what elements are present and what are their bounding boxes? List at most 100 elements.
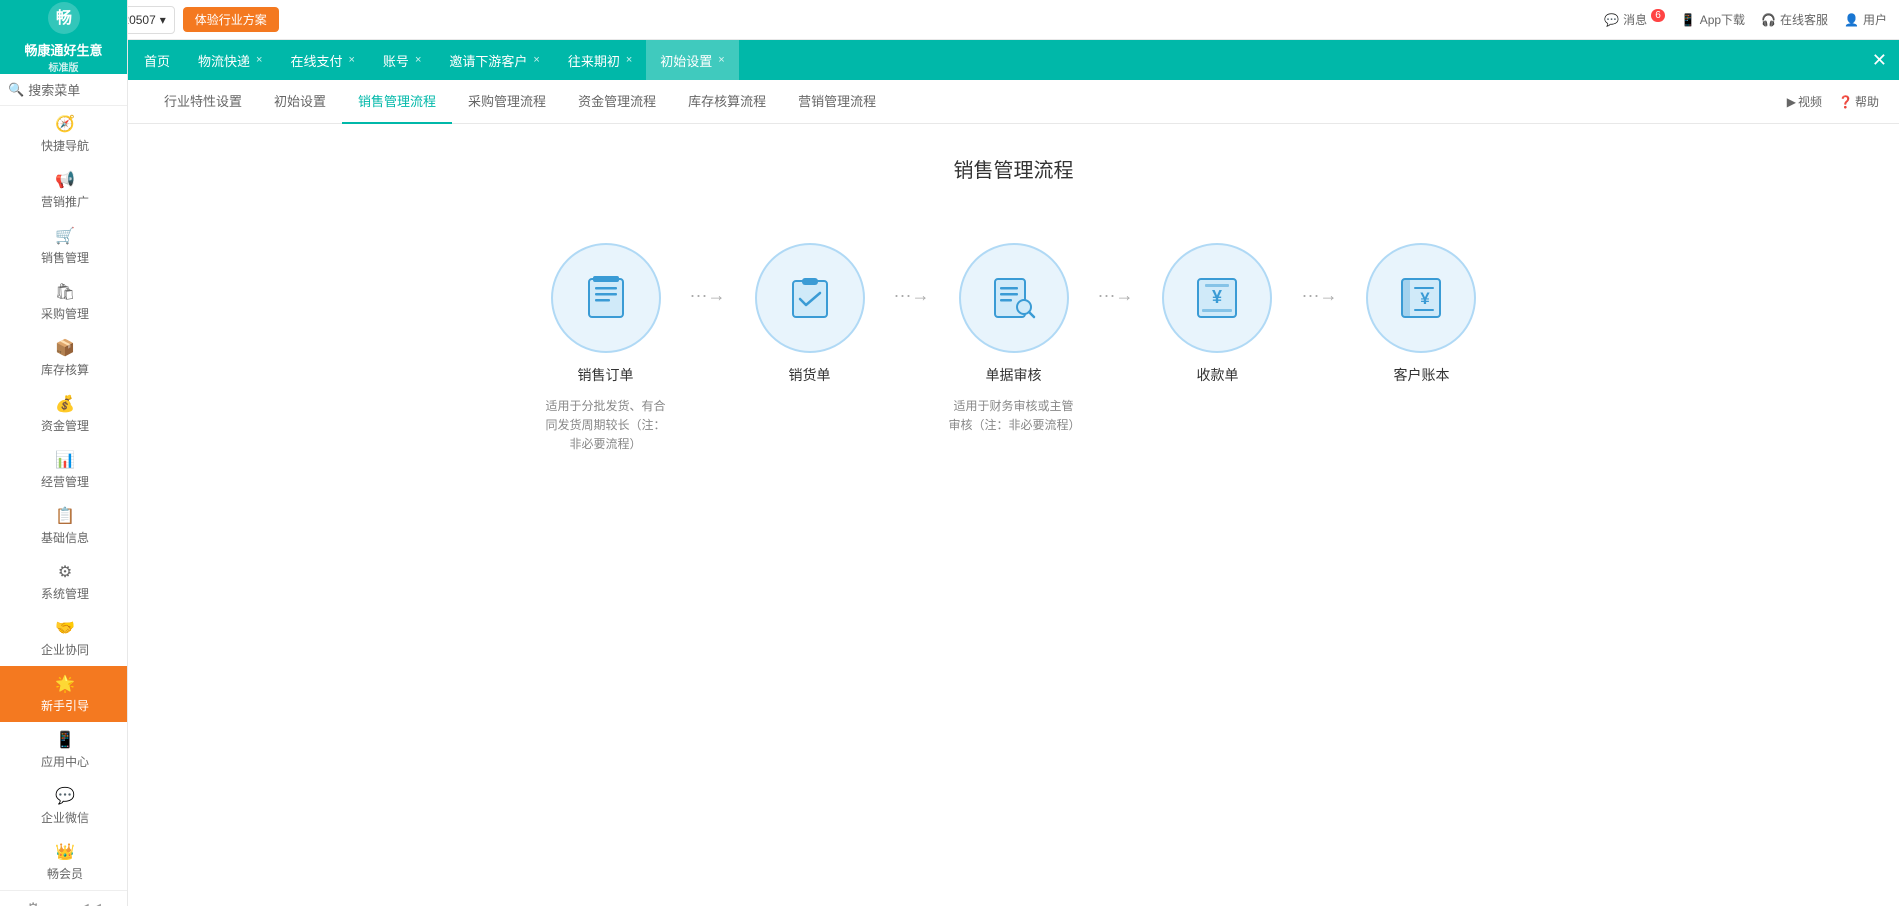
sub-tab-行业特性设置[interactable]: 行业特性设置	[148, 80, 258, 124]
app-download-btn[interactable]: 📱 App下载	[1681, 11, 1745, 28]
sidebar-item-icon-enterprise-collab: 🤝	[55, 618, 75, 638]
sidebar-item-icon-app-center: 📱	[55, 730, 75, 750]
sidebar-logo: 畅 畅康通好生意 标准版	[0, 0, 127, 74]
flow-circle-doc-review	[959, 243, 1069, 353]
sidebar-item-label-sales-mgmt: 销售管理	[41, 249, 89, 266]
sidebar-item-label-quick-nav: 快捷导航	[41, 137, 89, 154]
nav-tab-账号[interactable]: 账号 ×	[369, 40, 435, 80]
sidebar-item-quick-nav[interactable]: 🧭 快捷导航	[0, 106, 127, 162]
online-service-btn[interactable]: 🎧 在线客服	[1761, 11, 1828, 28]
nav-tab-往来期初[interactable]: 往来期初×	[554, 40, 646, 80]
svg-text:¥: ¥	[1421, 289, 1431, 308]
nav-tab-close-icon[interactable]: ×	[626, 54, 632, 66]
nav-close-btn[interactable]: ✕	[1872, 50, 1899, 71]
sub-tab-销售管理流程[interactable]: 销售管理流程	[342, 80, 452, 124]
sub-tab-资金管理流程[interactable]: 资金管理流程	[562, 80, 672, 124]
collapse-icon[interactable]: ◀◀	[76, 899, 101, 906]
sidebar-item-enterprise-wechat[interactable]: 💬企业微信	[0, 778, 127, 834]
sidebar-item-label-business-mgmt: 经营管理	[41, 473, 89, 490]
nav-tab-邀请下游客户[interactable]: 邀请下游客户 ×	[435, 40, 553, 80]
sub-tabs-container: 行业特性设置初始设置销售管理流程采购管理流程资金管理流程库存核算流程营销管理流程	[148, 80, 892, 124]
nav-tab-在线支付[interactable]: 在线支付×	[276, 40, 368, 80]
sidebar-item-icon-business-mgmt: 📊	[55, 450, 75, 470]
sub-tab-初始设置[interactable]: 初始设置	[258, 80, 342, 124]
flow-node-customer-ledger[interactable]: ¥ 客户账本	[1341, 243, 1501, 385]
sub-tabs-right: ▶ 视频 ❓ 帮助	[1787, 93, 1879, 110]
svg-text:畅: 畅	[55, 8, 71, 27]
flow-node-sales-order[interactable]: 销售订单 适用于分批发货、有合同发货周期较长（注：非必要流程）	[526, 243, 686, 455]
nav-tab-首页[interactable]: 首页	[130, 40, 184, 80]
sidebar-item-label-new-guide: 新手引导	[41, 697, 89, 714]
nav-tab-初始设置[interactable]: 初始设置×	[646, 40, 738, 80]
sidebar-item-sys-mgmt[interactable]: ⚙ 系统管理	[0, 554, 127, 610]
sidebar-item-basic-info[interactable]: 📋 基础信息	[0, 498, 127, 554]
flow-arrow-2: ···→	[890, 243, 934, 306]
nav-tab-物流快递[interactable]: 物流快递×	[184, 40, 276, 80]
sidebar-item-icon-vip: 👑	[55, 842, 75, 862]
flow-circle-receipt: ¥	[1162, 243, 1272, 353]
sidebar-item-sales-mgmt[interactable]: 🛒销售管理	[0, 218, 127, 274]
sidebar-search[interactable]: 🔍 搜索菜单	[0, 74, 127, 106]
nav-tab-close-icon[interactable]: ×	[256, 54, 262, 66]
flow-node-sales-invoice[interactable]: 销货单	[730, 243, 890, 385]
flow-node-receipt[interactable]: ¥ 收款单	[1137, 243, 1297, 385]
nav-tab-label: 首页	[144, 51, 170, 70]
help-btn[interactable]: ❓ 帮助	[1838, 93, 1879, 110]
search-label: 搜索菜单	[28, 80, 80, 99]
logo-text-main: 畅康通好生意	[24, 40, 102, 59]
sub-tab-营销管理流程[interactable]: 营销管理流程	[782, 80, 892, 124]
nav-tab-label: 邀请下游客户	[449, 51, 527, 70]
flow-circle-sales-order	[551, 243, 661, 353]
sub-tab-库存核算流程[interactable]: 库存核算流程	[672, 80, 782, 124]
sidebar-item-icon-quick-nav: 🧭	[55, 114, 75, 134]
settings-icon[interactable]: ⚙	[26, 899, 40, 906]
chevron-down-icon: ▾	[160, 13, 166, 27]
sidebar-items: 🧭 快捷导航 📢营销推广🛒销售管理🛍采购管理📦库存核算💰资金管理 📊 经营管理 📋 基础信息…	[0, 106, 127, 890]
nav-tab-label: 账号	[383, 51, 409, 70]
sidebar-item-finance-mgmt[interactable]: 💰资金管理	[0, 386, 127, 442]
sidebar-item-purchase-mgmt[interactable]: 🛍采购管理	[0, 274, 127, 330]
help-label: 帮助	[1855, 93, 1879, 110]
flow-label-sales-invoice: 销货单	[789, 365, 831, 385]
sidebar-item-icon-basic-info: 📋	[55, 506, 75, 526]
flow-desc-doc-review: 适用于财务审核或主管审核（注：非必要流程）	[949, 397, 1079, 435]
sidebar-item-icon-sys-mgmt: ⚙	[58, 562, 72, 582]
sidebar-item-label-inventory: 库存核算	[41, 361, 89, 378]
nav-tabs-container: 首页物流快递×在线支付×账号×邀请下游客户×往来期初×初始设置×	[130, 40, 739, 80]
sidebar-item-vip[interactable]: 👑畅会员	[0, 834, 127, 890]
nav-tab-close-icon[interactable]: ×	[533, 54, 539, 66]
sidebar-item-label-sys-mgmt: 系统管理	[41, 585, 89, 602]
video-help-btn[interactable]: ▶ 视频	[1787, 93, 1822, 110]
content-area: 销售管理流程 销售订单 适用于分批发货、有合同发货周期较长（注：非必要流程） ·…	[128, 124, 1899, 485]
video-label: 视频	[1798, 93, 1822, 110]
message-badge: 6	[1651, 9, 1665, 22]
sidebar-item-label-basic-info: 基础信息	[41, 529, 89, 546]
nav-tab-close-icon[interactable]: ×	[718, 54, 724, 66]
flow-arrow-3: ···→	[1094, 243, 1138, 306]
flow-desc-sales-order: 适用于分批发货、有合同发货周期较长（注：非必要流程）	[541, 397, 671, 455]
sidebar-item-inventory[interactable]: 📦库存核算	[0, 330, 127, 386]
flow-label-sales-order: 销售订单	[578, 365, 634, 385]
message-label: 消息	[1623, 11, 1647, 28]
sidebar-item-enterprise-collab[interactable]: 🤝企业协同	[0, 610, 127, 666]
nav-tab-close-icon[interactable]: ×	[348, 54, 354, 66]
message-btn[interactable]: 💬 消息 6	[1604, 11, 1665, 28]
sidebar-item-icon-new-guide: 🌟	[55, 674, 75, 694]
sub-tab-采购管理流程[interactable]: 采购管理流程	[452, 80, 562, 124]
sub-tabs: 行业特性设置初始设置销售管理流程采购管理流程资金管理流程库存核算流程营销管理流程…	[128, 80, 1899, 124]
nav-tab-close-icon[interactable]: ×	[415, 54, 421, 66]
sidebar-item-new-guide[interactable]: 🌟 新手引导	[0, 666, 127, 722]
flow-node-doc-review[interactable]: 单据审核 适用于财务审核或主管审核（注：非必要流程）	[934, 243, 1094, 435]
trial-btn[interactable]: 体验行业方案	[183, 7, 279, 32]
message-icon: 💬	[1604, 13, 1619, 27]
sidebar-bottom: ⚙ ◀◀	[0, 890, 127, 906]
sidebar-item-label-app-center: 应用中心	[41, 753, 89, 770]
flow-diagram: 销售订单 适用于分批发货、有合同发货周期较长（注：非必要流程） ···→ 销货单…	[148, 243, 1879, 455]
video-icon: ▶	[1787, 95, 1796, 109]
svg-text:¥: ¥	[1212, 287, 1222, 307]
sidebar-item-app-center[interactable]: 📱 应用中心	[0, 722, 127, 778]
main-content: 行业特性设置初始设置销售管理流程采购管理流程资金管理流程库存核算流程营销管理流程…	[128, 80, 1899, 906]
sidebar-item-marketing-promo[interactable]: 📢营销推广	[0, 162, 127, 218]
sidebar-item-business-mgmt[interactable]: 📊 经营管理	[0, 442, 127, 498]
user-avatar-btn[interactable]: 👤 用户	[1844, 11, 1887, 28]
